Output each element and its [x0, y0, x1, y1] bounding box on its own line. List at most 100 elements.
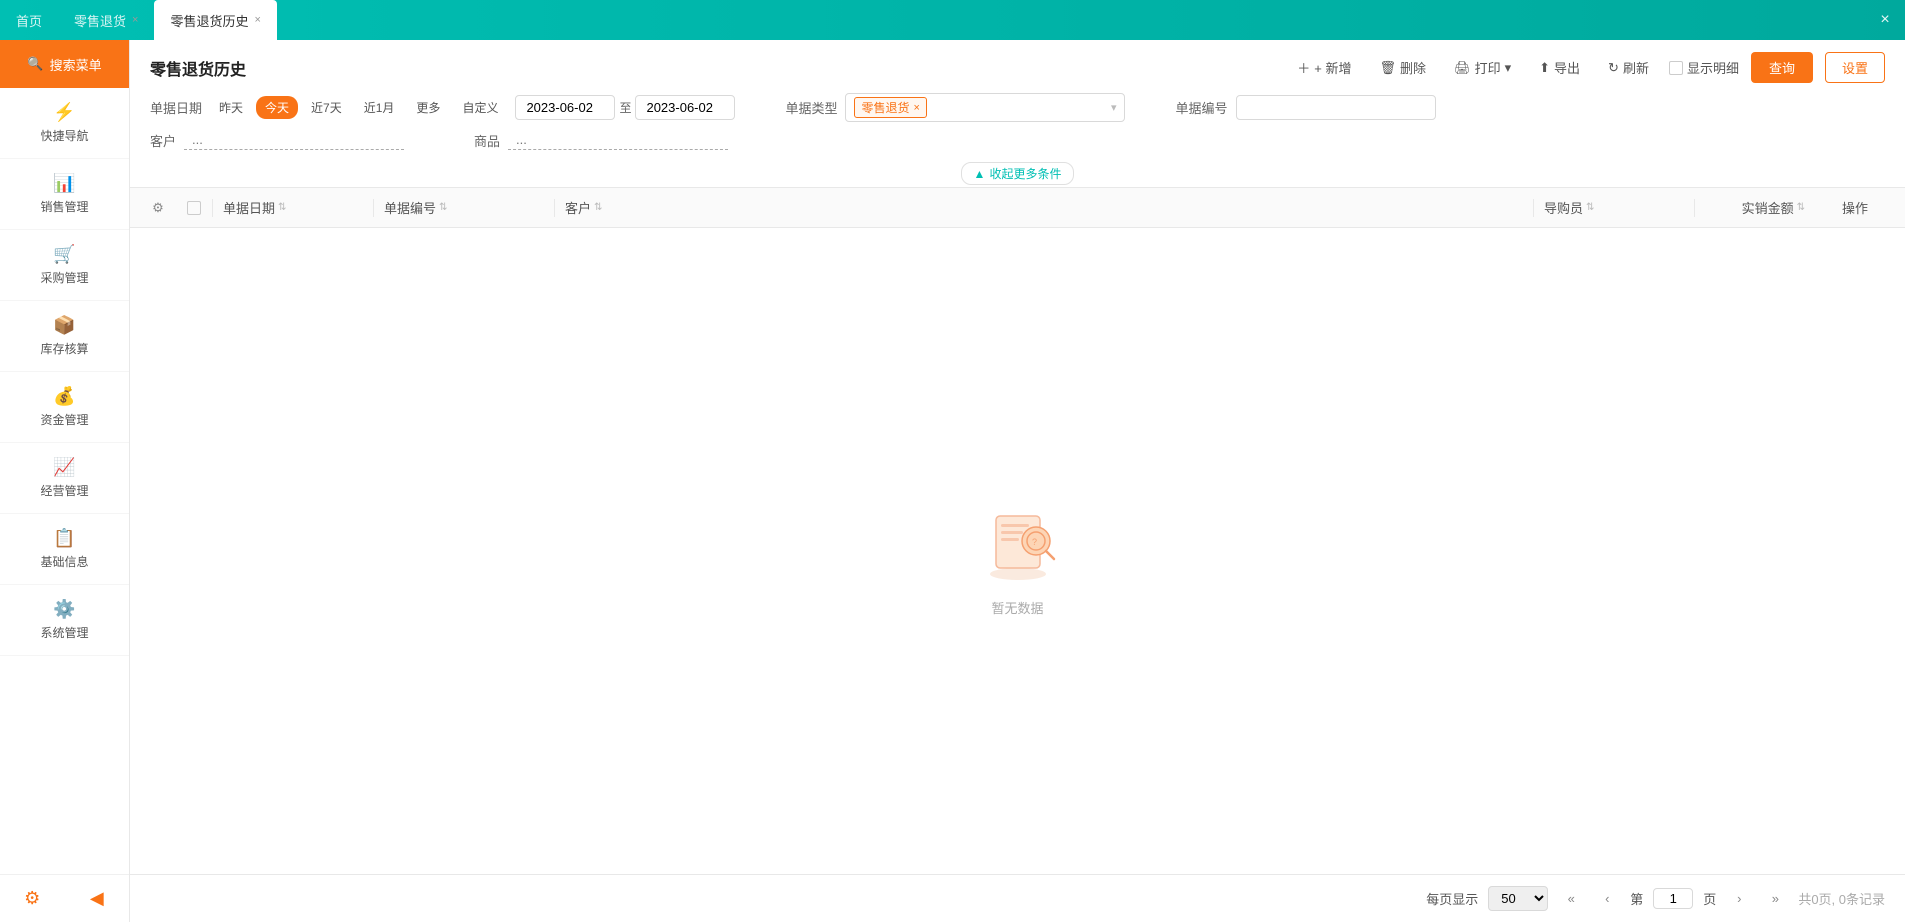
- show-detail-checkbox[interactable]: [1669, 61, 1683, 75]
- window-close-button[interactable]: ×: [1865, 0, 1905, 40]
- query-button[interactable]: 查询: [1751, 52, 1813, 83]
- page-number-input[interactable]: [1653, 888, 1693, 909]
- filter-goods: 商品: [474, 130, 728, 150]
- pagination-bar: 每页显示 50 20 100 « ‹ 第 页 › » 共0页, 0条记录: [130, 874, 1905, 922]
- doc-type-select[interactable]: 零售退货 × ▾: [845, 93, 1125, 122]
- delete-button[interactable]: 🗑 删除: [1372, 54, 1435, 81]
- sidebar-bottom: ⚙ ◀: [0, 874, 129, 922]
- th-no[interactable]: 单据编号 ⇅: [374, 198, 554, 217]
- sidebar-items: ⚡ 快捷导航 📊 销售管理 🛒 采购管理 📦 库存核算 💰 资金管理 📈 经营管…: [0, 88, 129, 656]
- doc-type-label: 单据类型: [785, 98, 837, 117]
- tab-return-close[interactable]: ×: [132, 14, 138, 26]
- date-to-input[interactable]: [635, 95, 735, 120]
- print-button[interactable]: 🖨 打印 ▾: [1446, 54, 1519, 81]
- sidebar-item-finance[interactable]: 💰 资金管理: [0, 372, 129, 443]
- date-input-group: 至: [515, 95, 735, 120]
- th-no-sort-icon: ⇅: [439, 202, 447, 213]
- filter-row-2: 客户 商品: [150, 130, 1885, 150]
- sidebar-item-purchase[interactable]: 🛒 采购管理: [0, 230, 129, 301]
- table-header: ⚙ 单据日期 ⇅ 单据编号 ⇅ 客户 ⇅: [130, 188, 1905, 228]
- date-btn-today[interactable]: 今天: [256, 96, 298, 119]
- customer-input[interactable]: [184, 130, 404, 150]
- prev-page-button[interactable]: ‹: [1594, 886, 1620, 912]
- export-button[interactable]: ⬆ 导出: [1531, 54, 1588, 81]
- th-date[interactable]: 单据日期 ⇅: [213, 198, 373, 217]
- sidebar-settings-button[interactable]: ⚙: [0, 875, 65, 922]
- main-layout: 🔍 搜索菜单 ⚡ 快捷导航 📊 销售管理 🛒 采购管理 📦 库存核算 💰 资金管…: [0, 40, 1905, 922]
- first-page-button[interactable]: «: [1558, 886, 1584, 912]
- sidebar-icon-basic-info: 📋: [53, 528, 75, 549]
- empty-state: ? 暂无数据: [130, 228, 1905, 874]
- tab-home[interactable]: 首页: [0, 0, 58, 40]
- sidebar-label-sales: 销售管理: [40, 198, 88, 215]
- doc-no-label: 单据编号: [1175, 98, 1227, 117]
- print-dropdown-icon: ▾: [1505, 60, 1512, 76]
- th-customer[interactable]: 客户 ⇅: [555, 198, 1533, 217]
- setting-button[interactable]: 设置: [1825, 52, 1885, 83]
- sidebar-label-system: 系统管理: [40, 624, 88, 641]
- page-header: 零售退货历史 ＋ + 新增 🗑 删除 🖨 打印 ▾: [130, 40, 1905, 188]
- sidebar-item-system[interactable]: ⚙️ 系统管理: [0, 585, 129, 656]
- tab-return[interactable]: 零售退货×: [58, 0, 154, 40]
- page-size-select[interactable]: 50 20 100: [1488, 886, 1548, 911]
- show-detail-label: 显示明细: [1687, 58, 1739, 77]
- sidebar-item-inventory[interactable]: 📦 库存核算: [0, 301, 129, 372]
- doc-no-input[interactable]: [1236, 95, 1436, 120]
- date-btn-yesterday[interactable]: 昨天: [210, 96, 252, 119]
- tab-return-history-close[interactable]: ×: [254, 14, 260, 26]
- refresh-button[interactable]: ↻ 刷新: [1600, 54, 1657, 81]
- tab-list: 首页零售退货×零售退货历史×: [0, 0, 1865, 40]
- sidebar-label-quick-nav: 快捷导航: [40, 127, 88, 144]
- sidebar-item-operation[interactable]: 📈 经营管理: [0, 443, 129, 514]
- th-guide-sort-icon: ⇅: [1586, 202, 1594, 213]
- collapse-icon: ▲: [974, 167, 986, 181]
- tab-return-history[interactable]: 零售退货历史×: [154, 0, 276, 40]
- doc-type-tag-text: 零售退货: [861, 99, 909, 116]
- sidebar-label-purchase: 采购管理: [40, 269, 88, 286]
- collapse-button[interactable]: ▲ 收起更多条件: [961, 162, 1075, 185]
- date-btn-more[interactable]: 更多: [407, 96, 449, 119]
- new-icon: ＋: [1297, 58, 1310, 77]
- collapse-row: ▲ 收起更多条件: [150, 158, 1885, 187]
- main-content: 零售退货历史 ＋ + 新增 🗑 删除 🖨 打印 ▾: [130, 40, 1905, 922]
- goods-input[interactable]: [508, 130, 728, 150]
- show-detail-toggle[interactable]: 显示明细: [1669, 58, 1739, 77]
- date-btn-last7[interactable]: 近7天: [302, 96, 351, 119]
- top-bar: 首页零售退货×零售退货历史× ×: [0, 0, 1905, 40]
- th-amount[interactable]: 实销金额 ⇅: [1695, 198, 1815, 217]
- sidebar-label-operation: 经营管理: [40, 482, 88, 499]
- table-settings-icon[interactable]: ⚙: [140, 200, 176, 216]
- page-label-after: 页: [1703, 889, 1716, 908]
- sidebar-search-button[interactable]: 🔍 搜索菜单: [0, 40, 129, 88]
- th-customer-sort-icon: ⇅: [594, 202, 602, 213]
- th-action: 操作: [1815, 198, 1895, 217]
- table-wrap: ⚙ 单据日期 ⇅ 单据编号 ⇅ 客户 ⇅: [130, 188, 1905, 874]
- date-btn-last1m[interactable]: 近1月: [355, 96, 404, 119]
- delete-icon: 🗑: [1380, 60, 1397, 76]
- new-button[interactable]: ＋ + 新增: [1289, 54, 1359, 81]
- select-all-checkbox-box[interactable]: [187, 201, 201, 215]
- sidebar-item-basic-info[interactable]: 📋 基础信息: [0, 514, 129, 585]
- refresh-label: 刷新: [1623, 58, 1649, 77]
- refresh-icon: ↻: [1608, 60, 1619, 76]
- last-page-button[interactable]: »: [1762, 886, 1788, 912]
- sidebar-collapse-button[interactable]: ◀: [65, 875, 130, 922]
- collapse-label: 收起更多条件: [989, 165, 1061, 182]
- next-page-button[interactable]: ›: [1726, 886, 1752, 912]
- table-select-all-checkbox[interactable]: [176, 201, 212, 215]
- filter-row-1: 单据日期 昨天今天近7天近1月更多自定义 至 单据类型 零售退货: [150, 93, 1885, 122]
- customer-label: 客户: [150, 131, 176, 150]
- sidebar-icon-finance: 💰: [53, 386, 75, 407]
- export-icon: ⬆: [1539, 60, 1550, 76]
- date-from-input[interactable]: [515, 95, 615, 120]
- print-icon: 🖨: [1454, 60, 1471, 76]
- sidebar-item-sales[interactable]: 📊 销售管理: [0, 159, 129, 230]
- th-guide[interactable]: 导购员 ⇅: [1534, 198, 1694, 217]
- doc-type-tag: 零售退货 ×: [854, 97, 926, 118]
- sidebar-item-quick-nav[interactable]: ⚡ 快捷导航: [0, 88, 129, 159]
- goods-label: 商品: [474, 131, 500, 150]
- page-label-before: 第: [1630, 889, 1643, 908]
- doc-type-tag-close[interactable]: ×: [914, 102, 920, 114]
- date-btn-custom[interactable]: 自定义: [453, 96, 507, 119]
- th-guide-label: 导购员: [1544, 198, 1583, 217]
